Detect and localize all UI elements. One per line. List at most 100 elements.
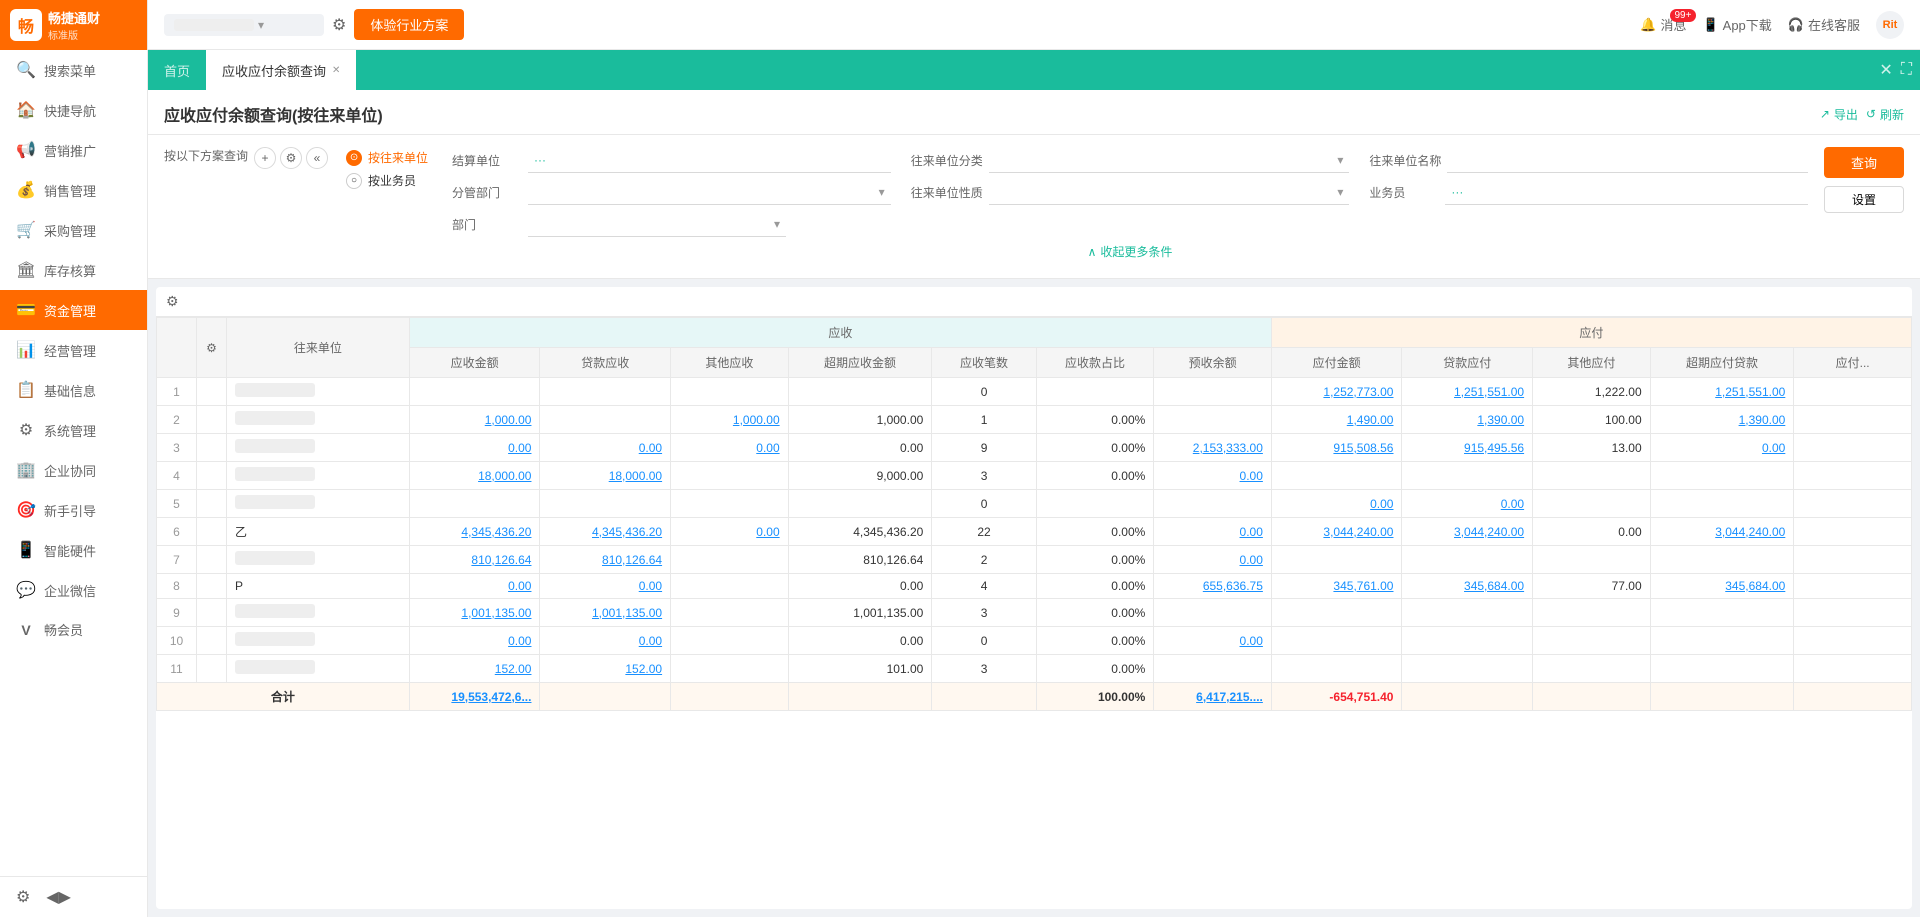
cell-ap-overdue[interactable]: 345,684.00 — [1650, 574, 1794, 599]
user-avatar[interactable]: Rit — [1876, 11, 1904, 39]
sidebar-item-marketing[interactable]: 📢 营销推广 — [0, 130, 147, 170]
tab-ar-ap[interactable]: 应收应付余额查询 ✕ — [206, 50, 356, 90]
cell-ar-loan[interactable]: 0.00 — [540, 434, 671, 462]
service-label: 在线客服 — [1808, 15, 1860, 34]
cell-ap-loan[interactable]: 345,684.00 — [1402, 574, 1533, 599]
sidebar-item-guide[interactable]: 🎯 新手引导 — [0, 490, 147, 530]
refresh-button[interactable]: ↺ 刷新 — [1866, 106, 1904, 123]
filter-option-by-staff[interactable]: ○ 按业务员 — [338, 170, 436, 191]
app-download-button[interactable]: 📱 App下载 — [1702, 15, 1771, 34]
sidebar-item-search[interactable]: 🔍 搜索菜单 — [0, 50, 147, 90]
sidebar-item-system[interactable]: ⚙ 系统管理 — [0, 410, 147, 450]
cell-ar-loan[interactable]: 152.00 — [540, 655, 671, 683]
field-dept-input[interactable]: ▾ — [528, 211, 786, 237]
cell-ar-amount — [409, 490, 540, 518]
cell-ap-loan[interactable]: 1,251,551.00 — [1402, 378, 1533, 406]
field-dept-manage-input[interactable]: ▾ — [528, 179, 891, 205]
export-button[interactable]: ↗ 导出 — [1820, 106, 1858, 123]
cell-ap-loan[interactable]: 915,495.56 — [1402, 434, 1533, 462]
settings-filter-btn[interactable]: ⚙ — [280, 147, 302, 169]
field-settle-unit-input[interactable]: ··· — [528, 147, 891, 173]
cell-ar-prepay[interactable]: 0.00 — [1154, 546, 1272, 574]
cell-ar-amount[interactable]: 0.00 — [409, 627, 540, 655]
cell-ap-amount[interactable]: 915,508.56 — [1271, 434, 1402, 462]
table-toolbar: ⚙ — [156, 287, 1912, 317]
sidebar-item-finance[interactable]: 💳 资金管理 — [0, 290, 147, 330]
footer-ar-prepay[interactable]: 6,417,215.... — [1154, 683, 1272, 711]
cell-ar-other[interactable]: 0.00 — [671, 518, 789, 546]
field-partner-nature-input[interactable]: ▾ — [989, 179, 1350, 205]
tab-expand-button[interactable]: ⛶ — [1901, 61, 1912, 79]
cell-ar-amount[interactable]: 0.00 — [409, 574, 540, 599]
solution-button[interactable]: 体验行业方案 — [354, 9, 464, 40]
cell-ar-loan[interactable]: 810,126.64 — [540, 546, 671, 574]
sidebar-item-basic[interactable]: 📋 基础信息 — [0, 370, 147, 410]
field-partner-name-input[interactable] — [1447, 147, 1808, 173]
cell-ar-amount[interactable]: 1,000.00 — [409, 406, 540, 434]
sidebar-item-purchase[interactable]: 🛒 采购管理 — [0, 210, 147, 250]
sidebar-item-hardware[interactable]: 📱 智能硬件 — [0, 530, 147, 570]
cell-ar-loan[interactable]: 0.00 — [540, 574, 671, 599]
sidebar-item-quick[interactable]: 🏠 快捷导航 — [0, 90, 147, 130]
cell-ap-overdue[interactable]: 3,044,240.00 — [1650, 518, 1794, 546]
add-filter-btn[interactable]: + — [254, 147, 276, 169]
cell-ar-prepay[interactable]: 0.00 — [1154, 518, 1272, 546]
footer-ar-amount[interactable]: 19,553,472,6... — [409, 683, 540, 711]
cell-ap-amount[interactable]: 3,044,240.00 — [1271, 518, 1402, 546]
field-partner-type-input[interactable]: ▾ — [989, 147, 1350, 173]
table-settings-icon[interactable]: ⚙ — [166, 293, 179, 310]
query-button[interactable]: 查询 — [1824, 147, 1904, 178]
cell-ap-overdue[interactable]: 1,251,551.00 — [1650, 378, 1794, 406]
tab-close-all-button[interactable]: ✕ — [1879, 60, 1892, 80]
collapse-filter-btn[interactable]: « — [306, 147, 328, 169]
cell-ap-amount[interactable]: 0.00 — [1271, 490, 1402, 518]
cell-ar-prepay[interactable]: 655,636.75 — [1154, 574, 1272, 599]
cell-ap-amount[interactable]: 1,252,773.00 — [1271, 378, 1402, 406]
messages-button[interactable]: 🔔 消息 99+ — [1640, 15, 1686, 34]
sidebar-item-wechat[interactable]: 💬 企业微信 — [0, 570, 147, 610]
cell-ar-prepay[interactable]: 0.00 — [1154, 462, 1272, 490]
collapse-sidebar-icon[interactable]: ◀▶ — [46, 887, 71, 907]
cell-ar-amount[interactable]: 152.00 — [409, 655, 540, 683]
cell-ar-loan[interactable]: 0.00 — [540, 627, 671, 655]
cell-ar-loan[interactable]: 4,345,436.20 — [540, 518, 671, 546]
collapse-filter-button[interactable]: ∧ 收起更多条件 — [1088, 239, 1173, 264]
tab-close-icon[interactable]: ✕ — [332, 65, 340, 76]
settings-footer-icon[interactable]: ⚙ — [16, 887, 30, 907]
field-salesperson-input[interactable]: ··· — [1445, 179, 1808, 205]
cell-ar-prepay[interactable]: 0.00 — [1154, 627, 1272, 655]
field-partner-name-label: 往来单位名称 — [1369, 152, 1441, 169]
th-settings-icon[interactable]: ⚙ — [206, 341, 217, 355]
sidebar-item-corp[interactable]: 🏢 企业协同 — [0, 450, 147, 490]
cell-ar-loan[interactable]: 1,001,135.00 — [540, 599, 671, 627]
online-service-button[interactable]: 🎧 在线客服 — [1788, 15, 1860, 34]
sidebar-item-inventory[interactable]: 🏛 库存核算 — [0, 250, 147, 290]
cell-ap-amount[interactable]: 345,761.00 — [1271, 574, 1402, 599]
cell-ar-amount[interactable]: 18,000.00 — [409, 462, 540, 490]
cell-ar-overdue — [788, 490, 932, 518]
cell-ap-loan[interactable]: 0.00 — [1402, 490, 1533, 518]
cell-ap-loan[interactable]: 3,044,240.00 — [1402, 518, 1533, 546]
cell-ar-other[interactable]: 1,000.00 — [671, 406, 789, 434]
company-selector[interactable]: ▾ — [164, 14, 324, 36]
cell-ap-overdue[interactable]: 0.00 — [1650, 434, 1794, 462]
cell-ar-amount[interactable]: 810,126.64 — [409, 546, 540, 574]
cell-ar-amount[interactable]: 0.00 — [409, 434, 540, 462]
sidebar-item-business[interactable]: 📊 经营管理 — [0, 330, 147, 370]
filter-option-by-partner[interactable]: ⊙ 按往来单位 — [338, 147, 436, 168]
cell-ar-other[interactable]: 0.00 — [671, 434, 789, 462]
cell-ar-prepay[interactable]: 2,153,333.00 — [1154, 434, 1272, 462]
cell-ap-overdue[interactable]: 1,390.00 — [1650, 406, 1794, 434]
sidebar-item-sales[interactable]: 💰 销售管理 — [0, 170, 147, 210]
cell-ap-amount[interactable]: 1,490.00 — [1271, 406, 1402, 434]
settings-query-button[interactable]: 设置 — [1824, 186, 1904, 213]
tab-home[interactable]: 首页 — [148, 50, 206, 90]
cell-ar-loan[interactable]: 18,000.00 — [540, 462, 671, 490]
sidebar-item-member[interactable]: V 畅会员 — [0, 610, 147, 649]
table-wrap[interactable]: ⚙ 往来单位 应收 应付 应收金额 贷款应收 其他应收 超期应收金额 应收笔数 … — [156, 317, 1912, 909]
cell-ar-amount[interactable]: 1,001,135.00 — [409, 599, 540, 627]
cell-ap-loan[interactable]: 1,390.00 — [1402, 406, 1533, 434]
cell-ar-amount[interactable]: 4,345,436.20 — [409, 518, 540, 546]
settings-icon[interactable]: ⚙ — [332, 15, 346, 35]
app-label: App下载 — [1723, 15, 1772, 34]
